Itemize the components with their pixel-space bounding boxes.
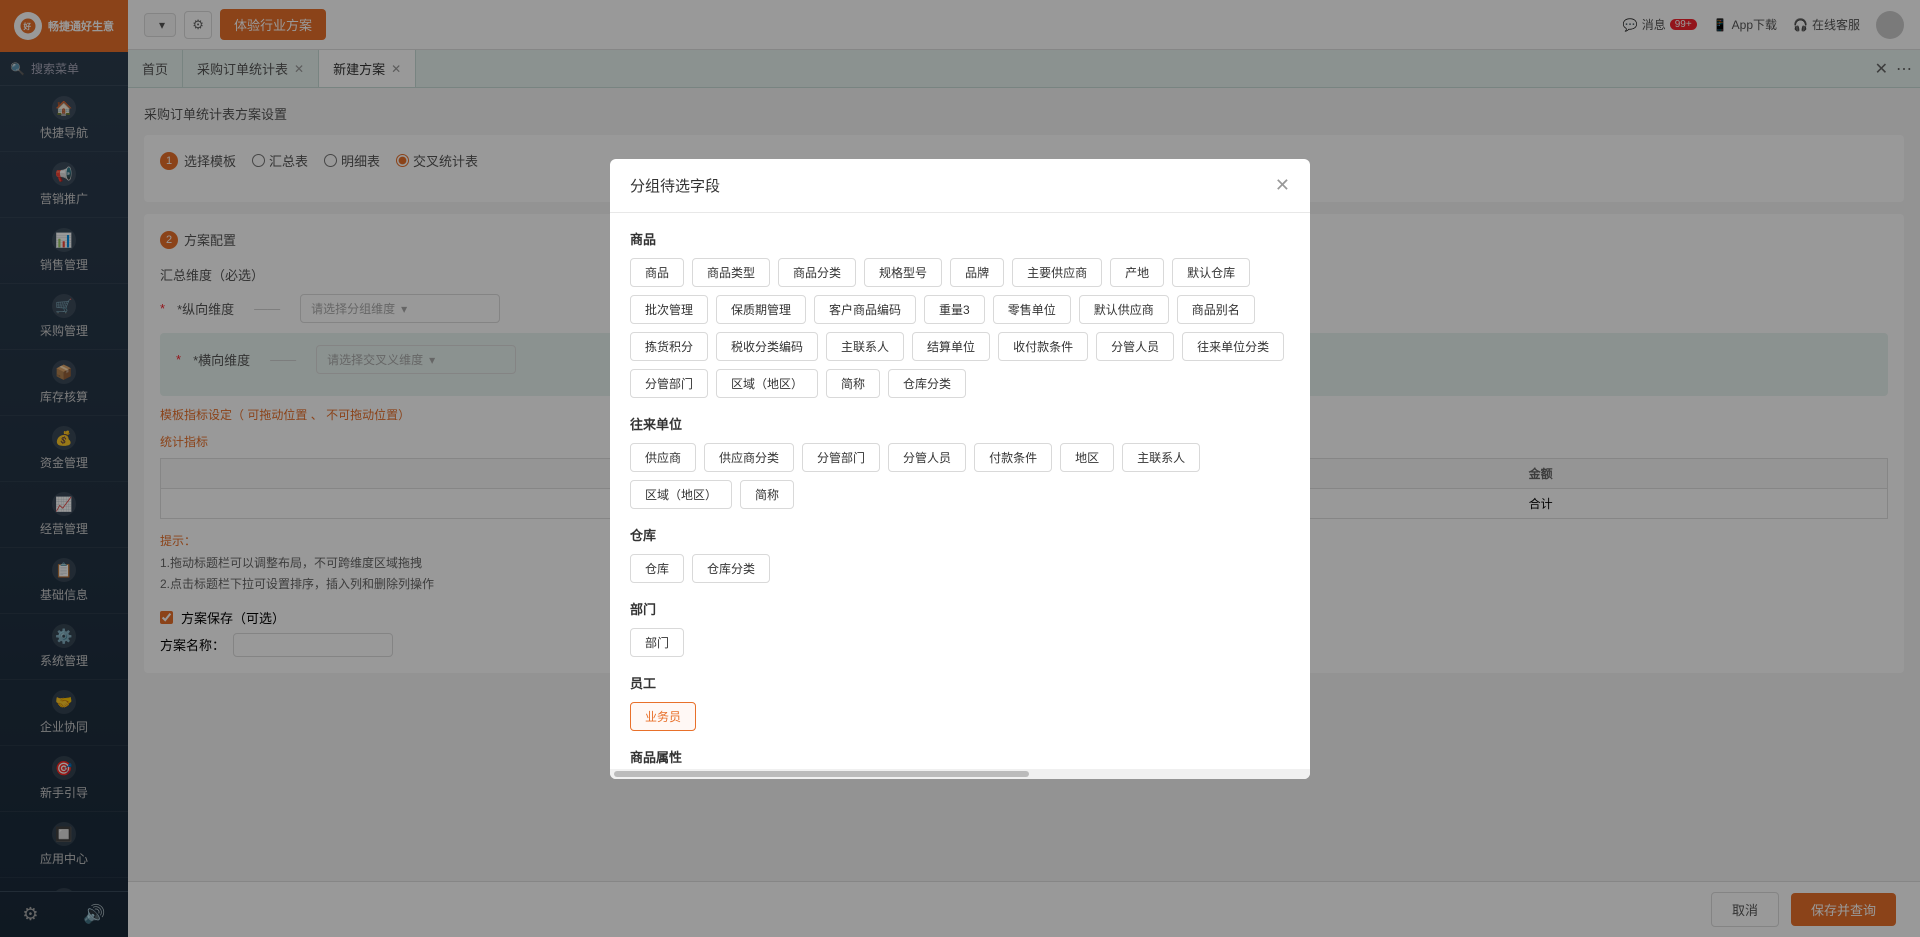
field-btn-仓库分类[interactable]: 仓库分类 — [888, 369, 966, 398]
modal-section-title-warehouse: 仓库 — [630, 525, 1290, 544]
modal: 分组待选字段 ✕ 商品商品商品类型商品分类规格型号品牌主要供应商产地默认仓库批次… — [610, 159, 1310, 779]
field-btn-结算单位[interactable]: 结算单位 — [912, 332, 990, 361]
field-btn-产地[interactable]: 产地 — [1110, 258, 1164, 287]
field-btn-区域（地区）[interactable]: 区域（地区） — [630, 480, 732, 509]
field-group-partner: 供应商供应商分类分管部门分管人员付款条件地区主联系人区域（地区） 简称 — [630, 443, 1290, 509]
field-btn-收付款条件[interactable]: 收付款条件 — [998, 332, 1088, 361]
field-btn-仓库[interactable]: 仓库 — [630, 554, 684, 583]
modal-hscroll[interactable] — [610, 769, 1310, 779]
field-btn-默认仓库[interactable]: 默认仓库 — [1172, 258, 1250, 287]
field-btn-供应商[interactable]: 供应商 — [630, 443, 696, 472]
field-btn-商品[interactable]: 商品 — [630, 258, 684, 287]
field-btn-分管人员[interactable]: 分管人员 — [1096, 332, 1174, 361]
modal-header: 分组待选字段 ✕ — [610, 159, 1310, 213]
field-group-department: 部门 — [630, 628, 1290, 657]
modal-overlay[interactable]: 分组待选字段 ✕ 商品商品商品类型商品分类规格型号品牌主要供应商产地默认仓库批次… — [0, 0, 1920, 937]
modal-body: 商品商品商品类型商品分类规格型号品牌主要供应商产地默认仓库批次管理保质期管理客户… — [610, 213, 1310, 769]
modal-section-title-partner: 往来单位 — [630, 414, 1290, 433]
field-btn-客户商品编码[interactable]: 客户商品编码 — [814, 295, 916, 324]
field-group-employee: 业务员 — [630, 702, 1290, 731]
modal-section-title-product: 商品 — [630, 229, 1290, 248]
field-btn-商品类型[interactable]: 商品类型 — [692, 258, 770, 287]
field-btn-地区[interactable]: 地区 — [1060, 443, 1114, 472]
field-btn-默认供应商[interactable]: 默认供应商 — [1079, 295, 1169, 324]
field-btn-供应商分类[interactable]: 供应商分类 — [704, 443, 794, 472]
field-btn-付款条件[interactable]: 付款条件 — [974, 443, 1052, 472]
field-btn-主联系人[interactable]: 主联系人 — [1122, 443, 1200, 472]
field-btn-分管部门[interactable]: 分管部门 — [630, 369, 708, 398]
field-btn-主要供应商[interactable]: 主要供应商 — [1012, 258, 1102, 287]
field-btn-分管部门[interactable]: 分管部门 — [802, 443, 880, 472]
modal-section-title-employee: 员工 — [630, 673, 1290, 692]
field-btn-保质期管理[interactable]: 保质期管理 — [716, 295, 806, 324]
field-group-warehouse: 仓库仓库分类 — [630, 554, 1290, 583]
field-btn-重量3[interactable]: 重量3 — [924, 295, 985, 324]
field-btn-区域（地区）[interactable]: 区域（地区） — [716, 369, 818, 398]
field-btn-税收分类编码[interactable]: 税收分类编码 — [716, 332, 818, 361]
field-btn-分管人员[interactable]: 分管人员 — [888, 443, 966, 472]
field-group-product: 商品商品类型商品分类规格型号品牌主要供应商产地默认仓库批次管理保质期管理客户商品… — [630, 258, 1290, 398]
hscroll-thumb — [614, 771, 1029, 777]
field-btn-批次管理[interactable]: 批次管理 — [630, 295, 708, 324]
field-btn-简称[interactable]: 简称 — [740, 480, 794, 509]
field-btn-部门[interactable]: 部门 — [630, 628, 684, 657]
modal-section-title-product-attrs: 商品属性 — [630, 747, 1290, 766]
field-btn-简称[interactable]: 简称 — [826, 369, 880, 398]
field-btn-仓库分类[interactable]: 仓库分类 — [692, 554, 770, 583]
field-btn-品牌[interactable]: 品牌 — [950, 258, 1004, 287]
modal-close-btn[interactable]: ✕ — [1275, 175, 1290, 196]
modal-title: 分组待选字段 — [630, 175, 720, 196]
field-btn-主联系人[interactable]: 主联系人 — [826, 332, 904, 361]
modal-section-title-department: 部门 — [630, 599, 1290, 618]
field-btn-零售单位[interactable]: 零售单位 — [993, 295, 1071, 324]
field-btn-商品别名[interactable]: 商品别名 — [1177, 295, 1255, 324]
field-btn-规格型号[interactable]: 规格型号 — [864, 258, 942, 287]
field-btn-商品分类[interactable]: 商品分类 — [778, 258, 856, 287]
field-btn-业务员[interactable]: 业务员 — [630, 702, 696, 731]
field-btn-往来单位分类[interactable]: 往来单位分类 — [1182, 332, 1284, 361]
field-btn-拣货积分[interactable]: 拣货积分 — [630, 332, 708, 361]
